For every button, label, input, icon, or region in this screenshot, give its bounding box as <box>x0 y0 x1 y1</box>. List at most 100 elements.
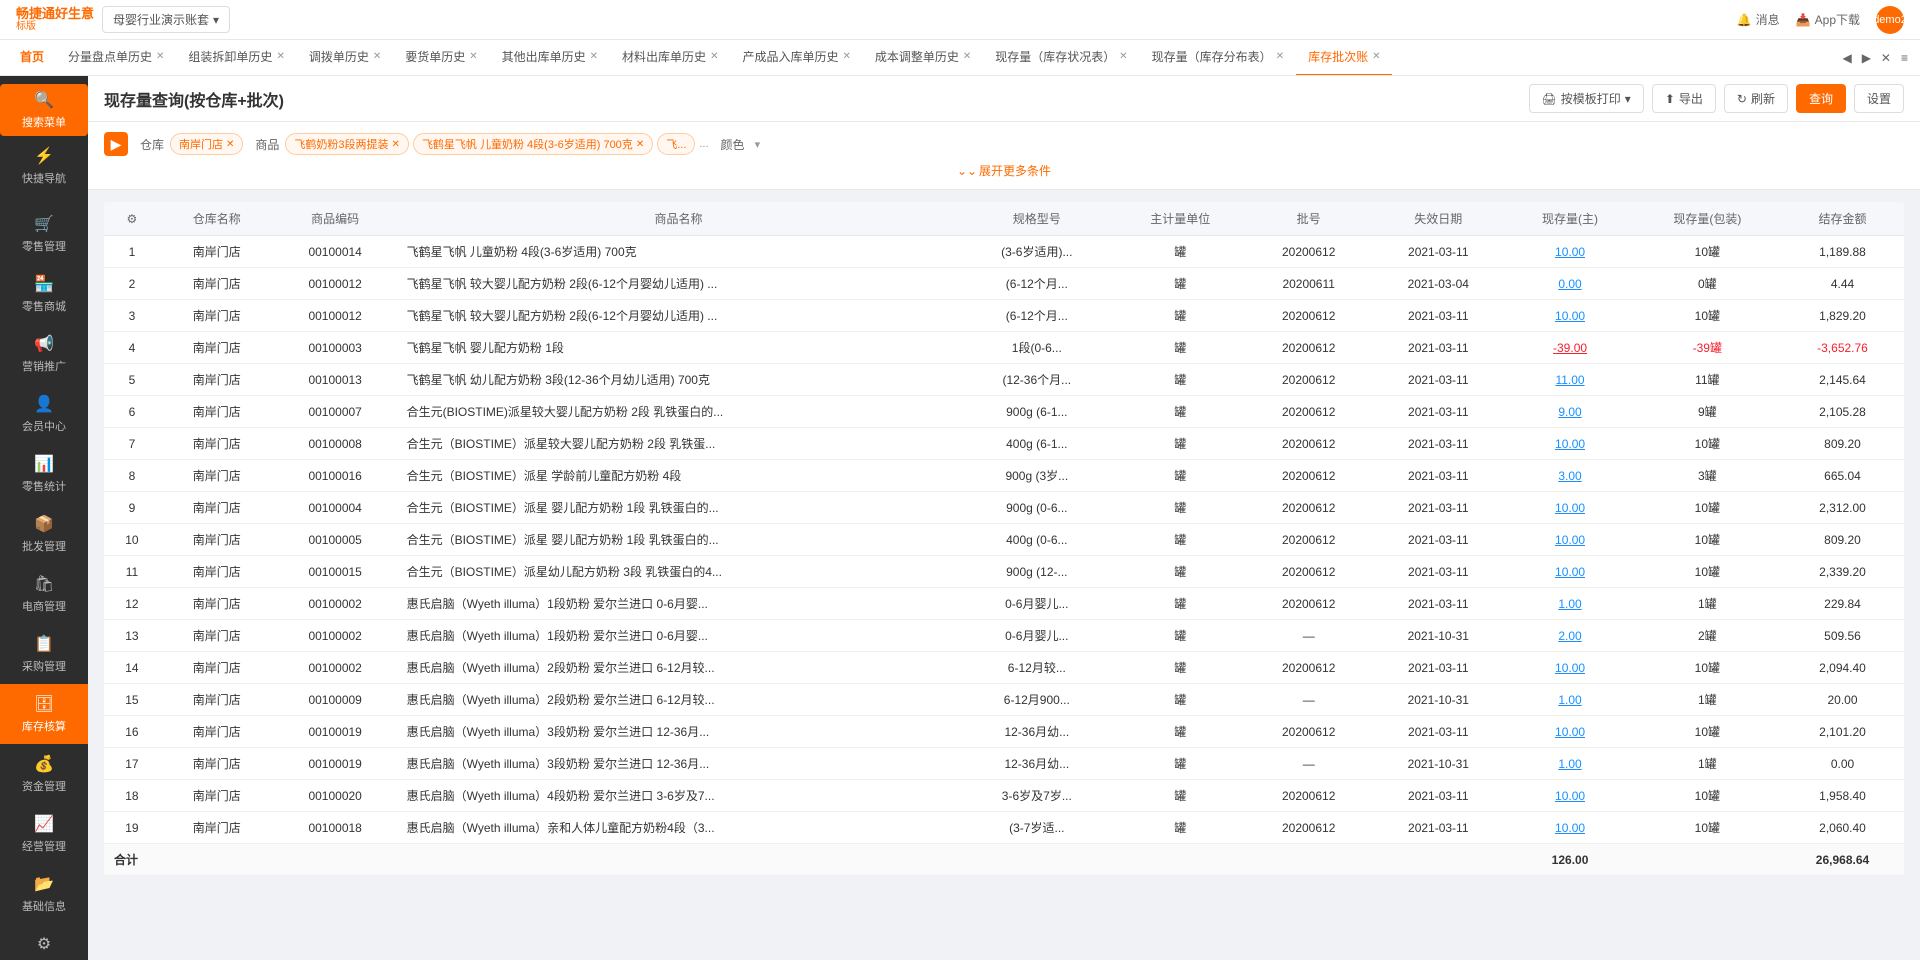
cell-spec: 900g (6-1... <box>960 396 1113 428</box>
cell-qty[interactable]: -39.00 <box>1506 332 1633 364</box>
tab-home[interactable]: 首页 <box>8 40 56 76</box>
cell-qty[interactable]: 0.00 <box>1506 268 1633 300</box>
product-tag-more[interactable]: 飞... <box>657 133 695 155</box>
cell-qty[interactable]: 10.00 <box>1506 652 1633 684</box>
tab-menu[interactable]: ≡ <box>1897 49 1912 67</box>
tag-close-icon[interactable]: ✕ <box>392 139 400 150</box>
tab-close-all[interactable]: ✕ <box>1877 49 1895 67</box>
sidebar-item-member[interactable]: 👤 会员中心 <box>0 384 88 444</box>
cell-qty[interactable]: 10.00 <box>1506 812 1633 844</box>
tab-kucun-pici[interactable]: 库存批次账 ✕ <box>1296 40 1392 76</box>
tab-qitachu[interactable]: 其他出库单历史 ✕ <box>490 40 610 76</box>
tab-xiancun-fenpei[interactable]: 现存量（库存分布表） ✕ <box>1140 40 1296 76</box>
close-icon[interactable]: ✕ <box>373 51 381 62</box>
sidebar-item-system[interactable]: ⚙ 系统管理 <box>0 924 88 960</box>
app-download-button[interactable]: 📥 App下载 <box>1796 11 1860 28</box>
close-icon[interactable]: ✕ <box>590 51 598 62</box>
sidebar-item-operation[interactable]: 📈 经营管理 <box>0 804 88 864</box>
table-row: 16 南岸门店 00100019 惠氏启脑（Wyeth illuma）3段奶粉 … <box>104 716 1904 748</box>
cell-qty[interactable]: 1.00 <box>1506 588 1633 620</box>
cell-qty[interactable]: 10.00 <box>1506 556 1633 588</box>
sidebar-item-retail-stats[interactable]: 📊 零售统计 <box>0 444 88 504</box>
col-unit: 主计量单位 <box>1113 202 1247 236</box>
cell-qty[interactable]: 11.00 <box>1506 364 1633 396</box>
tab-fenpan[interactable]: 分量盘点单历史 ✕ <box>56 40 176 76</box>
cell-spec: 900g (12-... <box>960 556 1113 588</box>
tab-zuchai[interactable]: 组装拆卸单历史 ✕ <box>176 40 296 76</box>
tab-chanpin[interactable]: 产成品入库单历史 ✕ <box>730 40 862 76</box>
tab-xianqun-kucun[interactable]: 现存量（库存状况表） ✕ <box>983 40 1139 76</box>
settings-button[interactable]: 设置 <box>1854 84 1904 113</box>
cell-name: 合生元（BIOSTIME）派星较大婴儿配方奶粉 2段 乳铁蛋... <box>397 428 961 460</box>
cell-qty-unit: 1罐 <box>1634 684 1781 716</box>
org-selector[interactable]: 母婴行业演示账套 ▾ <box>102 6 230 33</box>
settings-icon: ⚙ <box>127 212 138 226</box>
product-tag-2[interactable]: 飞鹤星飞帆 儿童奶粉 4段(3-6岁适用) 700克 ✕ <box>413 133 653 155</box>
sidebar-item-ecommerce[interactable]: 🛍 电商管理 <box>0 564 88 624</box>
refresh-button[interactable]: ↻ 刷新 <box>1724 84 1788 113</box>
close-icon[interactable]: ✕ <box>156 51 164 62</box>
sidebar-item-wholesale[interactable]: 📦 批发管理 <box>0 504 88 564</box>
cell-qty[interactable]: 1.00 <box>1506 684 1633 716</box>
cell-qty[interactable]: 10.00 <box>1506 716 1633 748</box>
tag-close-icon[interactable]: ✕ <box>636 139 644 150</box>
warehouse-tag[interactable]: 南岸门店 ✕ <box>170 133 243 155</box>
cell-qty[interactable]: 10.00 <box>1506 300 1633 332</box>
table-footer-row: 合计 126.00 26,968.64 <box>104 844 1904 876</box>
tab-next-arrow[interactable]: ▶ <box>1858 49 1875 67</box>
close-icon[interactable]: ✕ <box>1119 51 1127 62</box>
print-button[interactable]: 🖨 按模板打印 ▾ <box>1529 84 1644 113</box>
warehouse-tag-group: 南岸门店 ✕ <box>170 133 243 155</box>
sidebar-item-retail[interactable]: 🛒 零售管理 <box>0 204 88 264</box>
filter-expand-arrow[interactable]: ▶ <box>104 132 128 156</box>
sidebar-item-finance[interactable]: 💰 资金管理 <box>0 744 88 804</box>
product-tag-1[interactable]: 飞鹤奶粉3段两提装 ✕ <box>285 133 409 155</box>
sidebar-item-purchase[interactable]: 📋 采购管理 <box>0 624 88 684</box>
sidebar-item-base[interactable]: 📂 基础信息 <box>0 864 88 924</box>
color-dropdown-arrow[interactable]: ▾ <box>755 138 761 151</box>
cell-qty[interactable]: 10.00 <box>1506 780 1633 812</box>
tab-tiaobo[interactable]: 调拨单历史 ✕ <box>297 40 393 76</box>
cell-qty[interactable]: 3.00 <box>1506 460 1633 492</box>
expand-conditions-button[interactable]: ⌄⌄ 展开更多条件 <box>957 162 1051 179</box>
tag-close-icon[interactable]: ✕ <box>226 139 234 150</box>
cell-qty[interactable]: 1.00 <box>1506 748 1633 780</box>
message-button[interactable]: 🔔 消息 <box>1737 11 1780 28</box>
cell-unit: 罐 <box>1113 716 1247 748</box>
sidebar-item-marketing[interactable]: 📢 营销推广 <box>0 324 88 384</box>
sidebar-item-retail-mall[interactable]: 🏪 零售商城 <box>0 264 88 324</box>
cell-code: 00100007 <box>274 396 397 428</box>
export-button[interactable]: ⬆ 导出 <box>1652 84 1716 113</box>
close-icon[interactable]: ✕ <box>842 51 850 62</box>
close-icon[interactable]: ✕ <box>963 51 971 62</box>
query-button[interactable]: 查询 <box>1796 84 1846 113</box>
chevron-down-icon: ⌄⌄ <box>957 164 977 178</box>
cell-qty[interactable]: 10.00 <box>1506 492 1633 524</box>
cell-no: 19 <box>104 812 160 844</box>
close-icon[interactable]: ✕ <box>1276 51 1284 62</box>
cell-qty[interactable]: 10.00 <box>1506 236 1633 268</box>
tab-chengben[interactable]: 成本调整单历史 ✕ <box>863 40 983 76</box>
avatar[interactable]: demo2 <box>1876 6 1904 34</box>
cell-qty[interactable]: 10.00 <box>1506 428 1633 460</box>
close-icon[interactable]: ✕ <box>276 51 284 62</box>
cell-qty-unit: 11罐 <box>1634 364 1781 396</box>
cell-qty[interactable]: 2.00 <box>1506 620 1633 652</box>
sidebar-item-search[interactable]: 🔍 搜索菜单 <box>0 84 88 136</box>
sidebar-item-quick-nav[interactable]: ⚡ 快捷导航 <box>0 136 88 196</box>
tab-prev-arrow[interactable]: ◀ <box>1838 49 1855 67</box>
cell-qty[interactable]: 9.00 <box>1506 396 1633 428</box>
close-icon[interactable]: ✕ <box>1372 51 1380 62</box>
cell-qty[interactable]: 10.00 <box>1506 524 1633 556</box>
tab-cailiao[interactable]: 材料出库单历史 ✕ <box>610 40 730 76</box>
sidebar-item-inventory[interactable]: 🗄 库存核算 <box>0 684 88 744</box>
cell-expire: 2021-10-31 <box>1370 748 1506 780</box>
clipboard-icon: 📋 <box>34 634 54 654</box>
close-icon[interactable]: ✕ <box>469 51 477 62</box>
cell-code: 00100003 <box>274 332 397 364</box>
cell-no: 4 <box>104 332 160 364</box>
cell-no: 14 <box>104 652 160 684</box>
col-settings[interactable]: ⚙ <box>104 202 160 236</box>
tab-yaohuo[interactable]: 要货单历史 ✕ <box>393 40 489 76</box>
close-icon[interactable]: ✕ <box>710 51 718 62</box>
